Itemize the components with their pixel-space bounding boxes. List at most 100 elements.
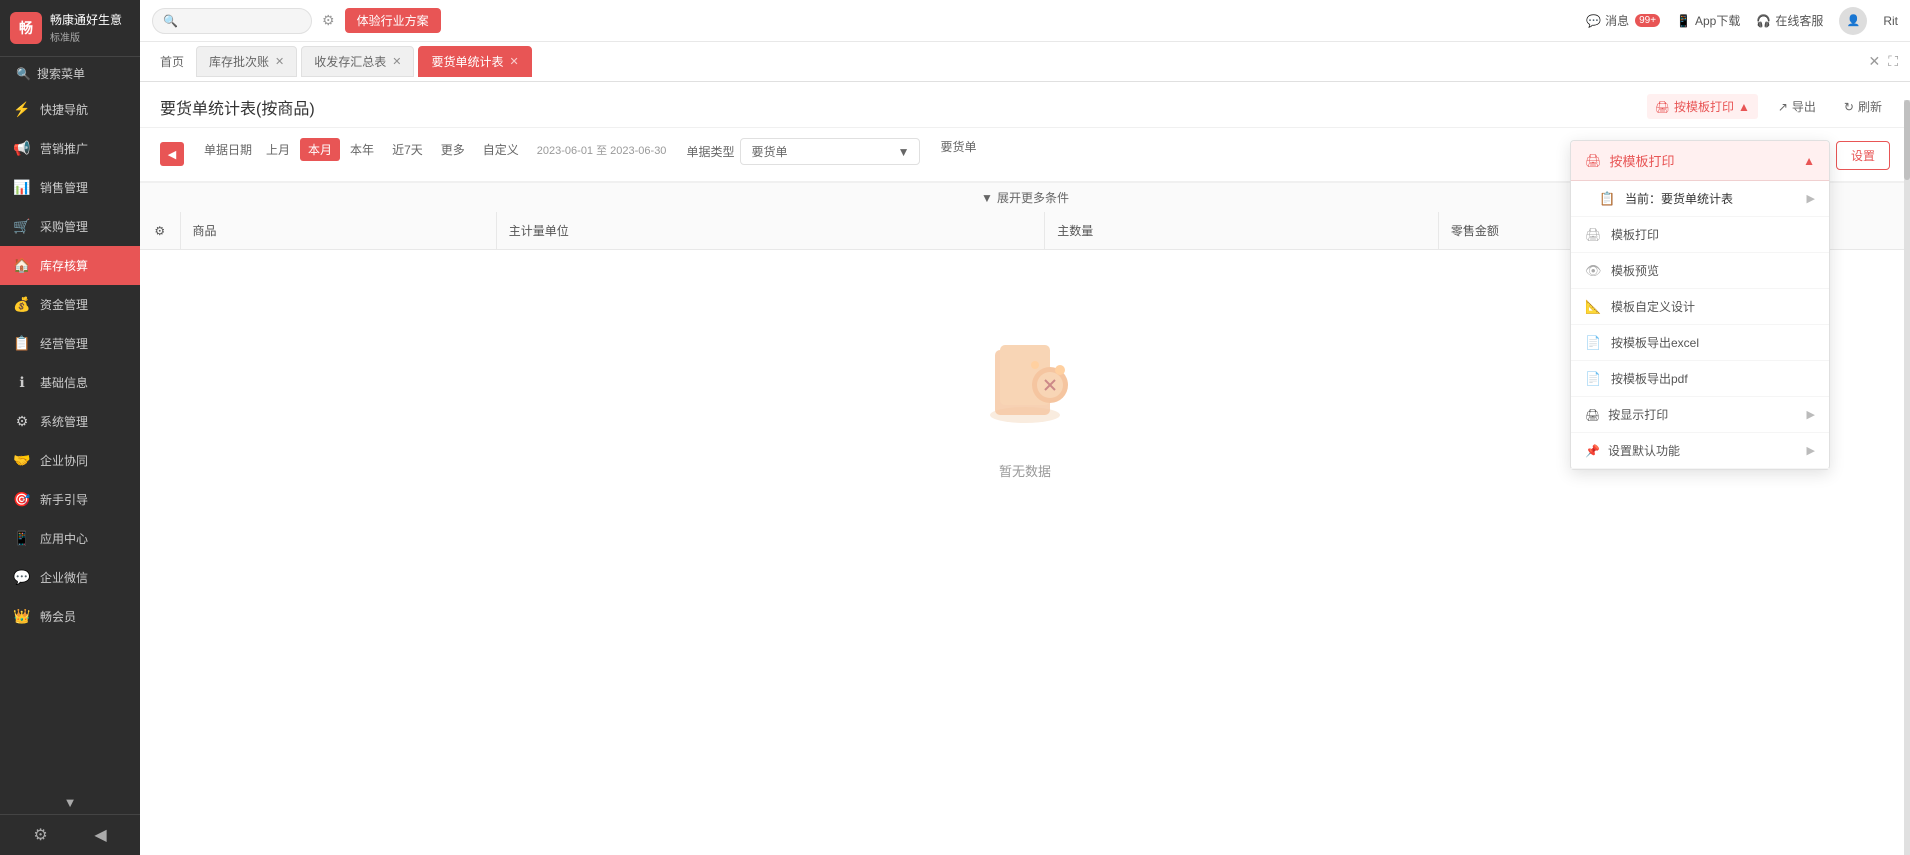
dropdown-item-export-pdf[interactable]: 📄 按模板导出pdf	[1571, 361, 1829, 397]
user-name: Rit	[1883, 14, 1898, 28]
tab-close-receipt-summary[interactable]: ✕	[392, 55, 401, 68]
table-col-goods: 商品	[180, 212, 496, 250]
sidebar-item-operations[interactable]: 📋 经营管理	[0, 324, 140, 363]
sidebar-item-finance[interactable]: 💰 资金管理	[0, 285, 140, 324]
pdf-icon: 📄	[1585, 371, 1601, 387]
window-maximize-icon[interactable]: ⛶	[1888, 53, 1898, 70]
online-service-action[interactable]: 🎧 在线客服	[1756, 12, 1823, 29]
sidebar-item-quick-nav[interactable]: ⚡ 快捷导航	[0, 90, 140, 129]
nav-icon-purchase: 🛒	[12, 218, 32, 235]
order-goods-filter: 要货单	[940, 138, 976, 155]
sidebar-item-label: 应用中心	[40, 530, 88, 547]
sidebar-item-guide[interactable]: 🎯 新手引导	[0, 480, 140, 519]
sidebar-item-system[interactable]: ⚙ 系统管理	[0, 402, 140, 441]
order-type-select[interactable]: 要货单 ▼	[740, 138, 920, 165]
export-button[interactable]: ↗ 导出	[1770, 94, 1824, 119]
nav-icon-marketing: 📢	[12, 140, 32, 157]
sidebar-item-sales[interactable]: 📊 销售管理	[0, 168, 140, 207]
nav-icon-quick: ⚡	[12, 101, 32, 118]
sidebar-nav: ⚡ 快捷导航 📢 营销推广 📊 销售管理 🛒 采购管理 🏠 库存核算 💰 资金管…	[0, 90, 140, 791]
sidebar-item-app-center[interactable]: 📱 应用中心	[0, 519, 140, 558]
nav-icon-basic: ℹ	[12, 374, 32, 391]
sidebar-item-label: 企业协同	[40, 452, 88, 469]
section-arrow-icon-2: ▶	[1807, 444, 1815, 457]
page-title: 要货单统计表(按商品)	[160, 95, 315, 119]
chevron-up-icon: ▲	[1738, 100, 1750, 114]
tab-inventory-batch[interactable]: 库存批次账 ✕	[196, 46, 297, 77]
date-custom[interactable]: 自定义	[475, 138, 527, 161]
sidebar-scroll-down[interactable]: ▼	[0, 791, 140, 814]
sidebar-item-label: 企业微信	[40, 569, 88, 586]
settings-button[interactable]: ⚙	[33, 825, 47, 845]
dropdown-item-template-preview[interactable]: 👁 模板预览	[1571, 253, 1829, 289]
scroll-thumb[interactable]	[1904, 100, 1910, 180]
dropdown-item-export-excel[interactable]: 📄 按模板导出excel	[1571, 325, 1829, 361]
refresh-button[interactable]: ↻ 刷新	[1836, 94, 1890, 119]
sidebar-item-label: 经营管理	[40, 335, 88, 352]
page-scrollbar[interactable]	[1904, 100, 1910, 855]
dropdown-section-display-print[interactable]: 🖨 按显示打印 ▶	[1571, 397, 1829, 433]
date-more[interactable]: 更多	[433, 138, 473, 161]
collapse-button[interactable]: ◀	[94, 825, 106, 845]
sidebar-item-label: 资金管理	[40, 296, 88, 313]
sidebar-item-inventory[interactable]: 🏠 库存核算	[0, 246, 140, 285]
date-filter: 单据日期 上月 本月 本年 近7天 更多 自定义 2023-06-01 至 20…	[204, 138, 666, 161]
nav-icon-wechat: 💬	[12, 569, 32, 586]
sidebar-item-marketing[interactable]: 📢 营销推广	[0, 129, 140, 168]
print-template-button[interactable]: 🖨 按模板打印 ▲	[1647, 94, 1758, 119]
sidebar-item-label: 新手引导	[40, 491, 88, 508]
sidebar-item-label: 营销推广	[40, 140, 88, 157]
app-download-action[interactable]: 📱 App下载	[1676, 12, 1740, 29]
sidebar-item-label: 快捷导航	[40, 101, 88, 118]
tab-order-stats[interactable]: 要货单统计表 ✕	[418, 46, 531, 77]
tab-home[interactable]: 首页	[152, 47, 192, 76]
table-settings-button[interactable]: 设置	[1836, 141, 1890, 170]
tab-close-order-stats[interactable]: ✕	[510, 55, 519, 68]
empty-illustration	[965, 330, 1085, 449]
header-gear-icon[interactable]: ⚙	[322, 12, 335, 29]
tab-bar: 首页 库存批次账 ✕ 收发存汇总表 ✕ 要货单统计表 ✕ ✕ ⛶	[140, 42, 1910, 82]
sidebar-item-purchase[interactable]: 🛒 采购管理	[0, 207, 140, 246]
print-icon: 🖨	[1585, 227, 1601, 243]
dropdown-item-template-print[interactable]: 🖨 模板打印	[1571, 217, 1829, 253]
expand-icon: ▼	[981, 191, 993, 205]
tab-receipt-summary[interactable]: 收发存汇总表 ✕	[301, 46, 414, 77]
tab-close-inventory-batch[interactable]: ✕	[275, 55, 284, 68]
sidebar-item-wechat[interactable]: 💬 企业微信	[0, 558, 140, 597]
dropdown-section-set-default[interactable]: 📌 设置默认功能 ▶	[1571, 433, 1829, 469]
dropdown-item-template-design[interactable]: 📐 模板自定义设计	[1571, 289, 1829, 325]
sidebar-item-label: 系统管理	[40, 413, 88, 430]
date-this-month[interactable]: 本月	[300, 138, 340, 161]
sidebar-item-basic[interactable]: ℹ 基础信息	[0, 363, 140, 402]
design-icon: 📐	[1585, 299, 1601, 315]
dropdown-arrow-icon: ▼	[898, 145, 910, 159]
default-icon: 📌	[1585, 444, 1600, 458]
nav-icon-finance: 💰	[12, 296, 32, 313]
sidebar-item-members[interactable]: 👑 畅会员	[0, 597, 140, 636]
sidebar-item-label: 采购管理	[40, 218, 88, 235]
app-version: 标准版	[50, 29, 122, 44]
dropdown-current-template[interactable]: 📋 当前：要货单统计表 ▶	[1571, 181, 1829, 217]
sidebar-search[interactable]: 🔍 搜索菜单	[0, 57, 140, 90]
trial-button[interactable]: 体验行业方案	[345, 8, 441, 33]
date-range-display: 2023-06-01 至 2023-06-30	[537, 142, 667, 158]
messages-action[interactable]: 💬 消息 99+	[1586, 12, 1660, 29]
date-last-7days[interactable]: 近7天	[384, 138, 431, 161]
user-avatar[interactable]: 👤	[1839, 7, 1867, 35]
sidebar-bottom: ⚙ ◀	[0, 814, 140, 855]
date-this-year[interactable]: 本年	[342, 138, 382, 161]
nav-icon-app: 📱	[12, 530, 32, 547]
message-icon: 💬	[1586, 14, 1601, 28]
filter-toggle-button[interactable]: ◀	[160, 142, 184, 166]
sidebar-item-label: 畅会员	[40, 608, 76, 625]
dropdown-chevron-icon: ▲	[1803, 154, 1815, 168]
global-search[interactable]: 🔍	[152, 8, 312, 34]
nav-icon-members: 👑	[12, 608, 32, 625]
sidebar-item-enterprise[interactable]: 🤝 企业协同	[0, 441, 140, 480]
logo-icon: 畅	[10, 12, 42, 44]
nav-icon-guide: 🎯	[12, 491, 32, 508]
table-col-settings[interactable]: ⚙	[140, 212, 180, 250]
date-last-month[interactable]: 上月	[258, 138, 298, 161]
window-close-icon[interactable]: ✕	[1868, 53, 1880, 70]
nav-icon-enterprise: 🤝	[12, 452, 32, 469]
